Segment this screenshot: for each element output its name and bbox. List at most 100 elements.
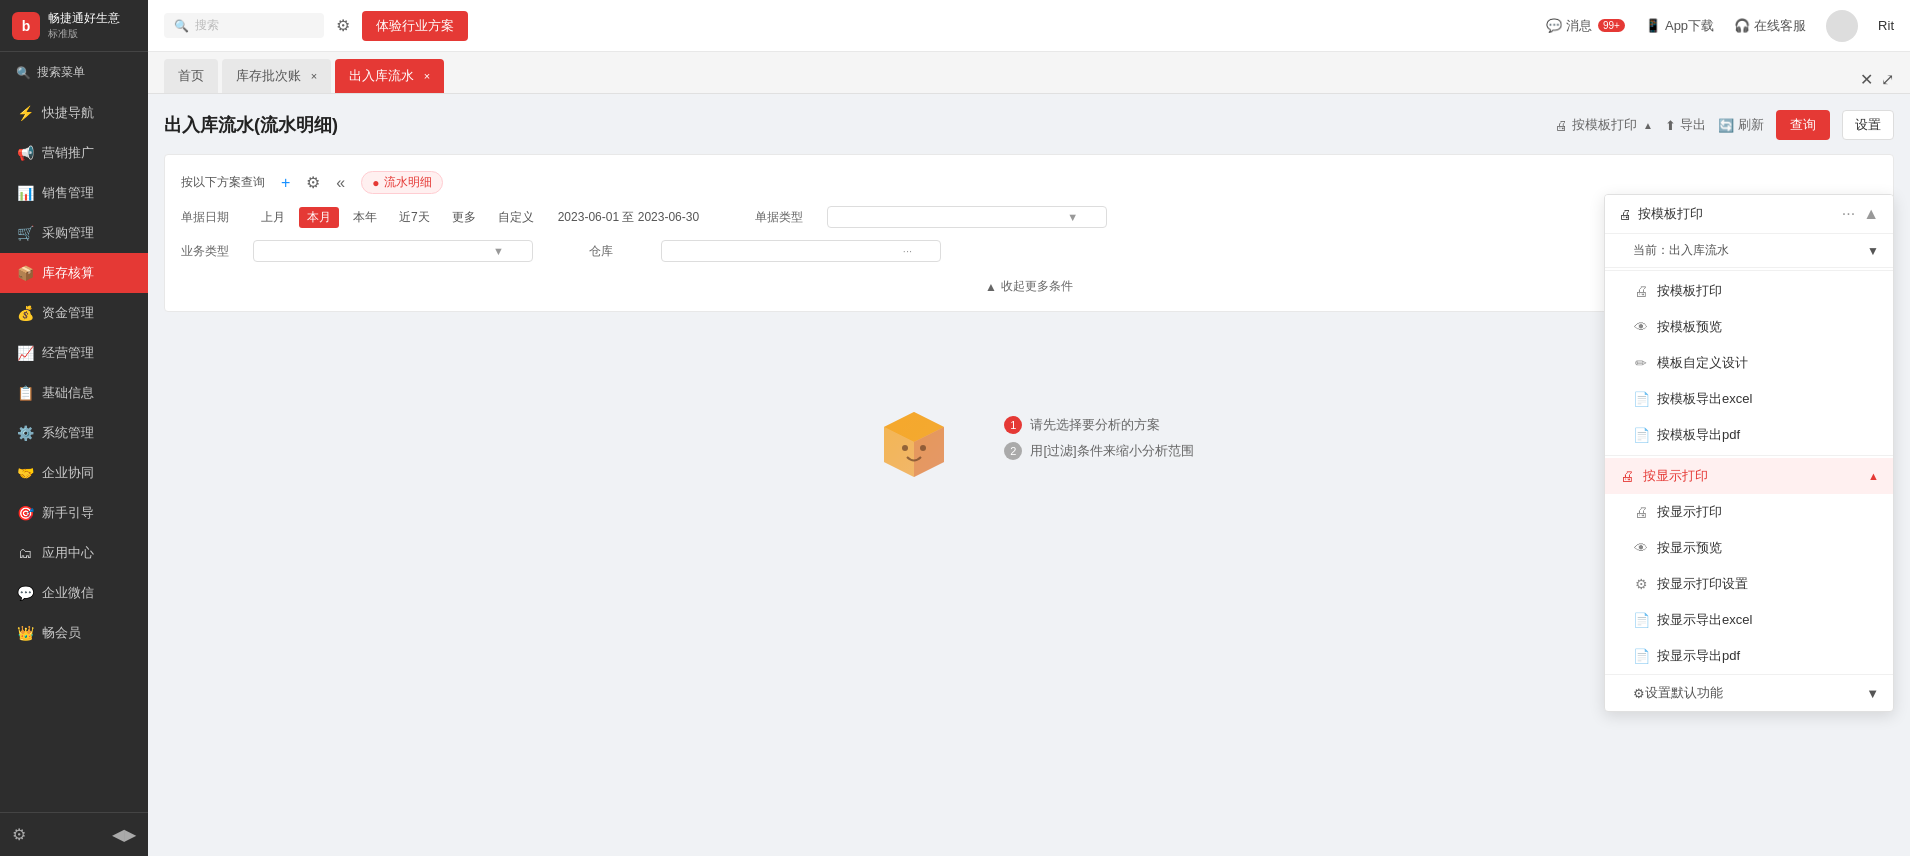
search-menu-btn[interactable]: 🔍 搜索菜单 [8, 60, 140, 85]
dp-item-display-preview[interactable]: 👁 按显示预览 [1605, 530, 1893, 566]
step-1-num: 1 [1004, 416, 1022, 434]
sidebar-item-sales[interactable]: 📊 销售管理 [0, 173, 148, 213]
sidebar-item-inventory[interactable]: 📦 库存核算 [0, 253, 148, 293]
user-avatar[interactable] [1826, 10, 1858, 42]
tab-flow[interactable]: 出入库流水 × [335, 59, 444, 93]
sidebar-item-member[interactable]: 👑 畅会员 [0, 613, 148, 653]
dp-display-print-icon: 🖨 [1633, 504, 1649, 520]
appcenter-icon: 🗂 [16, 545, 34, 561]
sidebar-item-finance[interactable]: 💰 资金管理 [0, 293, 148, 333]
message-icon: 💬 [1546, 18, 1562, 33]
filter-settings-btn[interactable]: ⚙ [306, 173, 320, 192]
tab-home[interactable]: 首页 [164, 59, 218, 93]
dp-current[interactable]: 当前：出入库流水 ▼ [1605, 234, 1893, 268]
query-btn[interactable]: 查询 [1776, 110, 1830, 140]
tab-batch[interactable]: 库存批次账 × [222, 59, 331, 93]
sidebar-item-marketing[interactable]: 📢 营销推广 [0, 133, 148, 173]
svg-point-5 [920, 445, 926, 451]
dp-footer[interactable]: ⚙ 设置默认功能 ▼ [1605, 674, 1893, 711]
phone-icon: 📱 [1645, 18, 1661, 33]
member-icon: 👑 [16, 625, 34, 641]
dp-display-excel-icon: 📄 [1633, 612, 1649, 628]
sidebar-item-basic[interactable]: 📋 基础信息 [0, 373, 148, 413]
filter-collapse-btn[interactable]: « [336, 174, 345, 192]
sidebar-logo: b 畅捷通好生意 标准版 [0, 0, 148, 52]
warehouse-select[interactable]: ··· [661, 240, 941, 262]
filter-tag[interactable]: ● 流水明细 [361, 171, 442, 194]
sidebar-item-operations[interactable]: 📈 经营管理 [0, 333, 148, 373]
wechat-icon: 💬 [16, 585, 34, 601]
dp-more-icon[interactable]: ··· [1842, 205, 1855, 223]
sidebar-item-appcenter[interactable]: 🗂 应用中心 [0, 533, 148, 573]
topbar-search[interactable]: 🔍 搜索 [164, 13, 324, 38]
dp-item-template-custom[interactable]: ✏ 模板自定义设计 [1605, 345, 1893, 381]
dp-preview-icon: 👁 [1633, 319, 1649, 335]
dp-pdf-icon: 📄 [1633, 427, 1649, 443]
dp-collapse-icon[interactable]: ▲ [1863, 205, 1879, 223]
guide-icon: 🎯 [16, 505, 34, 521]
print-template-btn[interactable]: 🖨 按模板打印 ▲ [1555, 116, 1653, 134]
dp-item-display-excel[interactable]: 📄 按显示导出excel [1605, 602, 1893, 638]
dp-display-print-group-icon: 🖨 [1619, 468, 1635, 484]
sidebar-item-label: 销售管理 [42, 184, 94, 202]
dp-group-collapse-icon: ▲ [1868, 470, 1879, 482]
date-tab-this-year[interactable]: 本年 [345, 207, 385, 228]
topbar-gear-icon[interactable]: ⚙ [336, 16, 350, 35]
inventory-icon: 📦 [16, 265, 34, 281]
date-tab-this-month[interactable]: 本月 [299, 207, 339, 228]
sidebar-bottom: ⚙ ◀▶ [0, 812, 148, 856]
sidebar-item-wechat[interactable]: 💬 企业微信 [0, 573, 148, 613]
dp-item-template-print[interactable]: 🖨 按模板打印 [1605, 273, 1893, 309]
date-tab-7days[interactable]: 近7天 [391, 207, 438, 228]
date-tab-custom[interactable]: 自定义 [490, 207, 542, 228]
empty-illustration [864, 392, 964, 492]
system-icon: ⚙️ [16, 425, 34, 441]
sidebar-item-purchase[interactable]: 🛒 采购管理 [0, 213, 148, 253]
settings-btn[interactable]: 设置 [1842, 110, 1894, 140]
sidebar-item-label: 营销推广 [42, 144, 94, 162]
shortcut-icon: ⚡ [16, 105, 34, 121]
online-service-btn[interactable]: 🎧 在线客服 [1734, 17, 1806, 35]
refresh-btn[interactable]: 🔄 刷新 [1718, 116, 1764, 134]
sidebar-nav: ⚡ 快捷导航 📢 营销推广 📊 销售管理 🛒 采购管理 📦 库存核算 💰 资金管… [0, 93, 148, 812]
refresh-icon: 🔄 [1718, 118, 1734, 133]
tab-close-batch[interactable]: × [311, 70, 317, 82]
sidebar-item-label: 系统管理 [42, 424, 94, 442]
settings-icon[interactable]: ⚙ [12, 825, 26, 844]
sidebar-item-guide[interactable]: 🎯 新手引导 [0, 493, 148, 533]
sidebar-toggle-icon[interactable]: ◀▶ [112, 825, 136, 844]
filter-add-btn[interactable]: + [281, 174, 290, 192]
export-btn[interactable]: ⬆ 导出 [1665, 116, 1706, 134]
collapse-more-btn[interactable]: ▲ 收起更多条件 [985, 278, 1073, 295]
sidebar-item-enterprise[interactable]: 🤝 企业协同 [0, 453, 148, 493]
sidebar-item-shortcut[interactable]: ⚡ 快捷导航 [0, 93, 148, 133]
dropdown-panel: 🖨 按模板打印 ··· ▲ 当前：出入库流水 ▼ 🖨 按模板打印 👁 按模板预览 [1604, 194, 1894, 712]
page-header: 出入库流水(流水明细) 🖨 按模板打印 ▲ ⬆ 导出 🔄 刷新 查询 设置 [164, 110, 1894, 140]
dp-display-preview-icon: 👁 [1633, 540, 1649, 556]
dp-item-display-settings[interactable]: ⚙ 按显示打印设置 [1605, 566, 1893, 602]
date-tab-more[interactable]: 更多 [444, 207, 484, 228]
message-btn[interactable]: 💬 消息 99+ [1546, 17, 1625, 35]
marketing-icon: 📢 [16, 145, 34, 161]
sidebar-item-system[interactable]: ⚙️ 系统管理 [0, 413, 148, 453]
export-icon: ⬆ [1665, 118, 1676, 133]
empty-steps: 1 请先选择要分析的方案 2 用[过滤]条件来缩小分析范围 [1004, 416, 1193, 468]
dp-item-template-preview[interactable]: 👁 按模板预览 [1605, 309, 1893, 345]
dp-item-template-excel[interactable]: 📄 按模板导出excel [1605, 381, 1893, 417]
tab-expand-icon[interactable]: ⤢ [1881, 70, 1894, 89]
dp-item-template-pdf[interactable]: 📄 按模板导出pdf [1605, 417, 1893, 453]
page-content: 出入库流水(流水明细) 🖨 按模板打印 ▲ ⬆ 导出 🔄 刷新 查询 设置 [148, 94, 1910, 856]
doc-type-label: 单据类型 [755, 209, 811, 226]
date-tab-last-month[interactable]: 上月 [253, 207, 293, 228]
dp-item-display-print-group[interactable]: 🖨 按显示打印 ▲ [1605, 458, 1893, 494]
doc-type-select[interactable]: ▼ [827, 206, 1107, 228]
tab-close-flow[interactable]: × [424, 70, 430, 82]
app-download-btn[interactable]: 📱 App下载 [1645, 17, 1714, 35]
sidebar-search[interactable]: 🔍 搜索菜单 [0, 52, 148, 93]
dp-item-display-pdf[interactable]: 📄 按显示导出pdf [1605, 638, 1893, 674]
dp-item-display-print[interactable]: 🖨 按显示打印 [1605, 494, 1893, 530]
tab-close-all-icon[interactable]: ✕ [1860, 70, 1873, 89]
warehouse-label: 仓库 [589, 243, 645, 260]
trial-btn[interactable]: 体验行业方案 [362, 11, 468, 41]
biz-type-select[interactable]: ▼ [253, 240, 533, 262]
